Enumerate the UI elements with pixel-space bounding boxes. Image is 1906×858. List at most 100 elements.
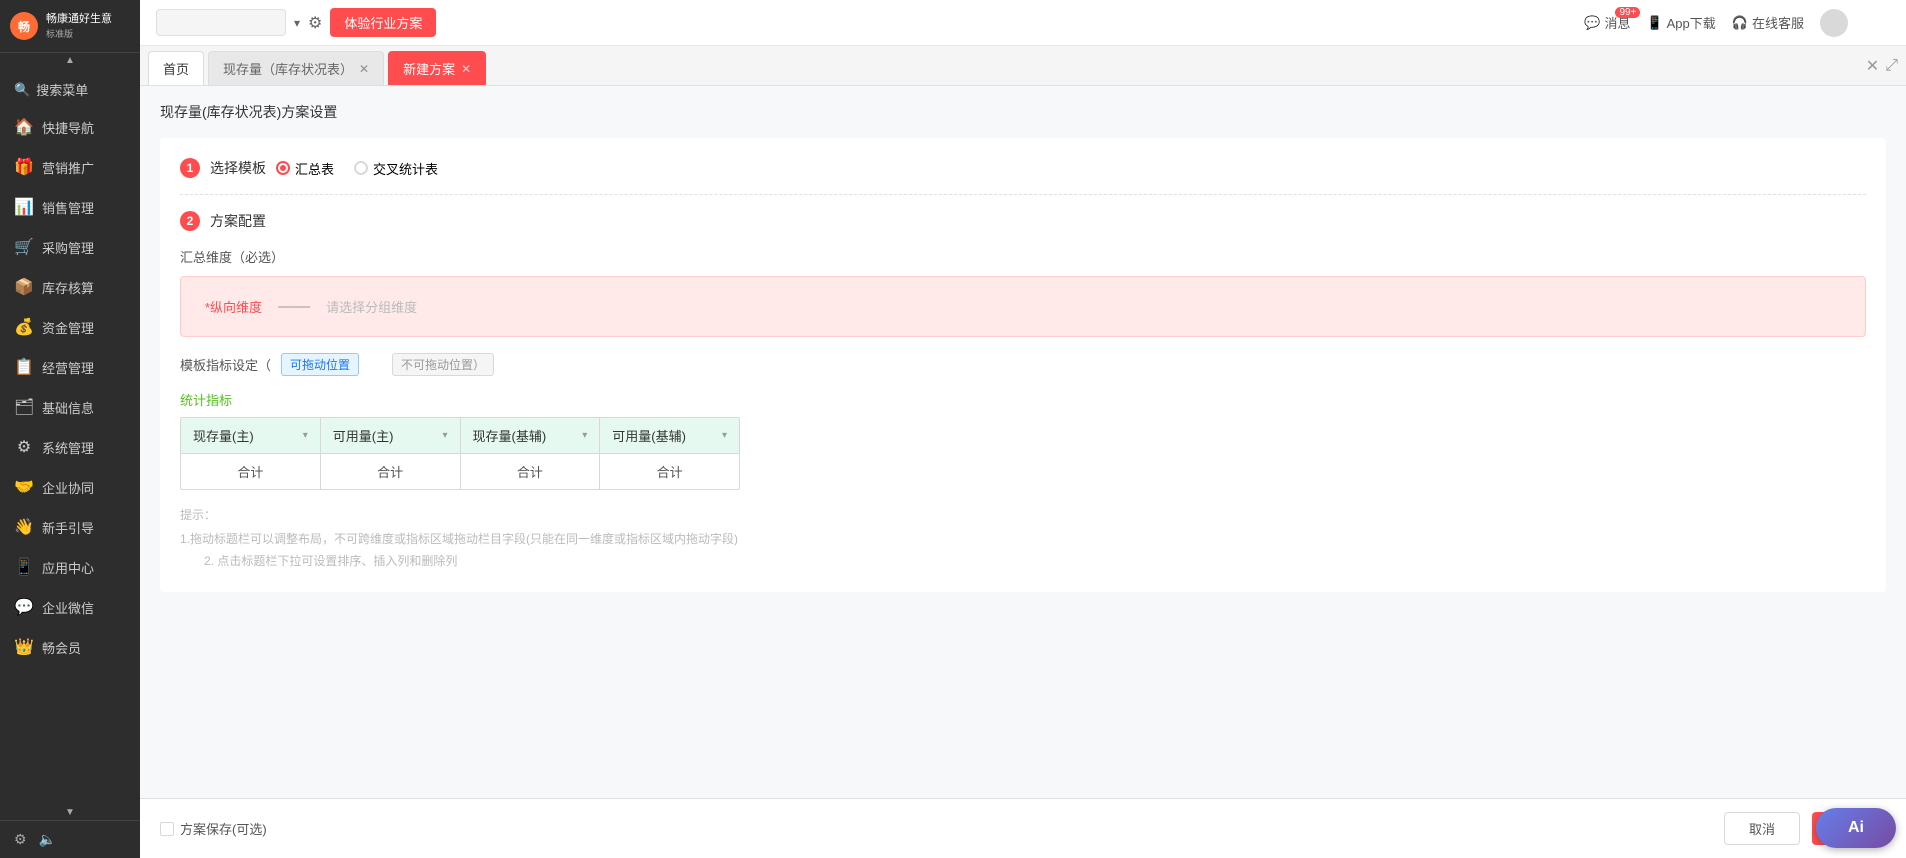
tabs-close-button[interactable]: ✕ bbox=[1866, 56, 1879, 76]
col-sub-2: 合计 bbox=[461, 453, 601, 489]
sidebar-item-basic[interactable]: 🗂 基础信息 bbox=[0, 387, 140, 427]
sidebar: 畅 畅康通好生意 标准版 ▲ 🔍 搜索菜单 🏠 快捷导航 🎁 营销推广 📊 销售… bbox=[0, 0, 140, 858]
sidebar-item-newbie[interactable]: 👋 新手引导 bbox=[0, 507, 140, 547]
sidebar-item-member[interactable]: 👑 畅会员 bbox=[0, 627, 140, 667]
app-name-block: 畅康通好生意 标准版 bbox=[46, 12, 112, 40]
save-option[interactable]: 方案保存(可选) bbox=[160, 819, 267, 838]
sidebar-item-purchase[interactable]: 🛒 采购管理 bbox=[0, 227, 140, 267]
radio-summary[interactable]: 汇总表 bbox=[276, 159, 334, 178]
tips-title: 提示： bbox=[180, 506, 1866, 523]
sidebar-item-label: 企业协同 bbox=[42, 478, 94, 497]
topbar-message[interactable]: 💬 消息 99+ bbox=[1584, 13, 1630, 32]
user-avatar bbox=[1820, 9, 1848, 37]
service-label: 在线客服 bbox=[1752, 13, 1804, 32]
stat-table-header: 现存量(主) ▾ 可用量(主) ▾ 现存量(基辅) ▾ 可用量(基辅) bbox=[181, 418, 739, 453]
tab-inventory-status[interactable]: 现存量（库存状况表） ✕ bbox=[208, 51, 384, 85]
page-title: 现存量(库存状况表)方案设置 bbox=[160, 102, 1886, 122]
clipboard-icon: 📋 bbox=[14, 357, 34, 377]
col-sub-3: 合计 bbox=[600, 453, 739, 489]
sidebar-item-label: 畅会员 bbox=[42, 638, 81, 657]
save-checkbox[interactable] bbox=[160, 822, 174, 836]
mobile-icon: 📱 bbox=[14, 557, 34, 577]
sound-icon[interactable]: 🔈 bbox=[39, 831, 56, 848]
chart-icon: 📊 bbox=[14, 197, 34, 217]
sidebar-item-label: 经营管理 bbox=[42, 358, 94, 377]
sidebar-item-label: 基础信息 bbox=[42, 398, 94, 417]
sidebar-item-sales[interactable]: 📊 销售管理 bbox=[0, 187, 140, 227]
col-header-0[interactable]: 现存量(主) ▾ bbox=[181, 418, 321, 453]
template-radio-group: 汇总表 交叉统计表 bbox=[276, 159, 438, 178]
sidebar-search[interactable]: 🔍 搜索菜单 bbox=[0, 72, 140, 107]
sidebar-item-inventory[interactable]: 📦 库存核算 bbox=[0, 267, 140, 307]
topbar-dropdown-button[interactable]: ▾ bbox=[294, 16, 300, 30]
sidebar-item-finance[interactable]: 💰 资金管理 bbox=[0, 307, 140, 347]
step1-badge: 1 bbox=[180, 158, 200, 178]
radio-cross-dot bbox=[354, 161, 368, 175]
col-header-2[interactable]: 现存量(基辅) ▾ bbox=[461, 418, 601, 453]
main-area: ▾ ⚙ 体验行业方案 💬 消息 99+ 📱 App下载 🎧 在线客服 bbox=[140, 0, 1906, 858]
sidebar-item-apps[interactable]: 📱 应用中心 bbox=[0, 547, 140, 587]
tabs-bar: 首页 现存量（库存状况表） ✕ 新建方案 ✕ ✕ ⤢ bbox=[140, 46, 1906, 86]
col-header-3[interactable]: 可用量(基辅) ▾ bbox=[600, 418, 739, 453]
col-sub-1: 合计 bbox=[321, 453, 461, 489]
content-wrapper: 现存量(库存状况表)方案设置 1 选择模板 汇总表 交叉统计表 bbox=[140, 86, 1906, 858]
radio-summary-label: 汇总表 bbox=[295, 159, 334, 178]
sidebar-nav: 🔍 搜索菜单 🏠 快捷导航 🎁 营销推广 📊 销售管理 🛒 采购管理 📦 库存核… bbox=[0, 68, 140, 805]
col-label-0: 现存量(主) bbox=[193, 426, 254, 445]
tab-inventory-close[interactable]: ✕ bbox=[359, 62, 369, 76]
sidebar-item-label: 快捷导航 bbox=[42, 118, 94, 137]
stat-table-body: 合计 合计 合计 合计 bbox=[181, 453, 739, 489]
radio-cross[interactable]: 交叉统计表 bbox=[354, 159, 438, 178]
sidebar-item-marketing[interactable]: 🎁 营销推广 bbox=[0, 147, 140, 187]
tab-new-scheme[interactable]: 新建方案 ✕ bbox=[388, 51, 486, 85]
app-version: 标准版 bbox=[46, 27, 112, 40]
col-sub-0: 合计 bbox=[181, 453, 321, 489]
sidebar-scroll-down[interactable]: ▼ bbox=[0, 805, 140, 820]
sidebar-item-label: 营销推广 bbox=[42, 158, 94, 177]
sidebar-item-label: 采购管理 bbox=[42, 238, 94, 257]
tab-new-scheme-close[interactable]: ✕ bbox=[461, 62, 471, 76]
sidebar-item-shortcut[interactable]: 🏠 快捷导航 bbox=[0, 107, 140, 147]
folder-icon: 🗂 bbox=[14, 397, 34, 417]
indicator-unmovable-badge: 不可拖动位置） bbox=[392, 353, 494, 376]
step1-title: 选择模板 bbox=[210, 158, 266, 178]
wave-icon: 👋 bbox=[14, 517, 34, 537]
dimension-box[interactable]: *纵向维度 —— 请选择分组维度 bbox=[180, 276, 1866, 337]
sidebar-item-wechat[interactable]: 💬 企业微信 bbox=[0, 587, 140, 627]
gear-icon: ⚙ bbox=[14, 437, 34, 457]
dimension-placeholder: 请选择分组维度 bbox=[326, 297, 417, 316]
radio-cross-label: 交叉统计表 bbox=[373, 159, 438, 178]
sidebar-scroll-up[interactable]: ▲ bbox=[0, 53, 140, 68]
topbar-gear-button[interactable]: ⚙ bbox=[308, 13, 322, 33]
sidebar-item-label: 新手引导 bbox=[42, 518, 94, 537]
message-icon: 💬 bbox=[1584, 15, 1600, 31]
user-name bbox=[1854, 14, 1890, 31]
tip-1: 2. 点击标题栏下拉可设置排序、插入列和删除列 bbox=[180, 551, 1866, 573]
tips-section: 提示： 1.拖动标题栏可以调整布局，不可跨维度或指标区域拖动栏目字段(只能在同一… bbox=[180, 506, 1866, 572]
col-header-1[interactable]: 可用量(主) ▾ bbox=[321, 418, 461, 453]
topbar-online-service[interactable]: 🎧 在线客服 bbox=[1732, 13, 1804, 32]
dimension-arrow: —— bbox=[278, 298, 310, 316]
ai-float-button[interactable]: Ai bbox=[1816, 808, 1896, 848]
settings-icon[interactable]: ⚙ bbox=[14, 831, 27, 848]
sidebar-item-operations[interactable]: 📋 经营管理 bbox=[0, 347, 140, 387]
app-logo: 畅 畅康通好生意 标准版 bbox=[0, 0, 140, 53]
message-badge: 99+ bbox=[1615, 7, 1640, 18]
main-content: 现存量(库存状况表)方案设置 1 选择模板 汇总表 交叉统计表 bbox=[140, 86, 1906, 798]
topbar-user[interactable] bbox=[1820, 9, 1890, 37]
tab-inventory-label: 现存量（库存状况表） bbox=[223, 59, 353, 78]
tab-home[interactable]: 首页 bbox=[148, 51, 204, 85]
sidebar-item-label: 企业微信 bbox=[42, 598, 94, 617]
sidebar-item-label: 资金管理 bbox=[42, 318, 94, 337]
topbar-right: 💬 消息 99+ 📱 App下载 🎧 在线客服 bbox=[1584, 9, 1890, 37]
sidebar-item-contract[interactable]: 🤝 企业协同 bbox=[0, 467, 140, 507]
sidebar-item-system[interactable]: ⚙ 系统管理 bbox=[0, 427, 140, 467]
trial-button[interactable]: 体验行业方案 bbox=[330, 8, 436, 37]
radio-summary-dot bbox=[276, 161, 290, 175]
home-icon: 🏠 bbox=[14, 117, 34, 137]
search-icon: 🔍 bbox=[14, 82, 30, 98]
cancel-button[interactable]: 取消 bbox=[1724, 812, 1800, 845]
topbar-app-download[interactable]: 📱 App下载 bbox=[1646, 13, 1715, 32]
tabs-expand-button[interactable]: ⤢ bbox=[1885, 56, 1898, 76]
tabs-bar-controls: ✕ ⤢ bbox=[1866, 56, 1898, 76]
